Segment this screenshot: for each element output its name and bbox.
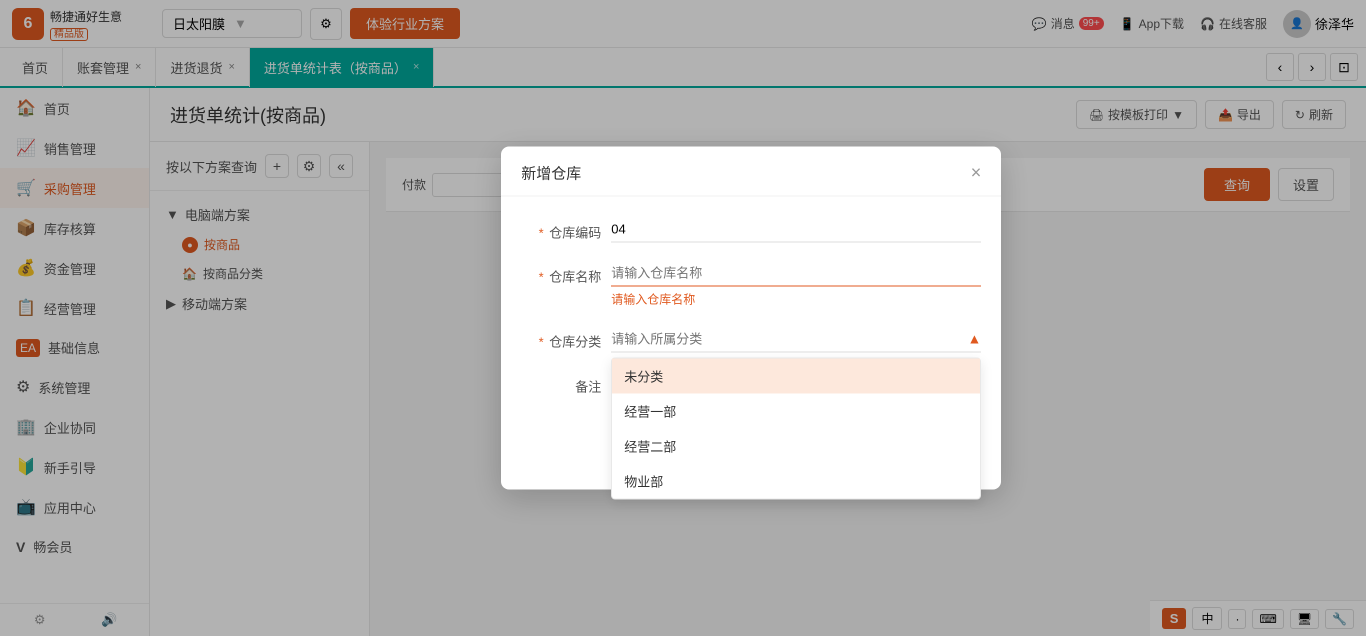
new-warehouse-modal: 新增仓库 × * 仓库编码 * 仓库名称 请输入仓库名称 bbox=[501, 147, 1001, 490]
form-row-category: * 仓库分类 ▲ 未分类 经营一部 经营二部 物业部 bbox=[521, 326, 981, 353]
dropdown-item-dept1[interactable]: 经营一部 bbox=[612, 394, 980, 429]
modal-title: 新增仓库 bbox=[521, 163, 581, 184]
modal-header: 新增仓库 × bbox=[501, 147, 1001, 197]
dropdown-item-dept2[interactable]: 经营二部 bbox=[612, 429, 980, 464]
modal-body: * 仓库编码 * 仓库名称 请输入仓库名称 * 仓库分类 bbox=[501, 197, 1001, 435]
category-dropdown-arrow[interactable]: ▲ bbox=[967, 331, 981, 347]
name-label: * 仓库名称 bbox=[521, 261, 601, 286]
category-dropdown-wrapper: ▲ 未分类 经营一部 经营二部 物业部 bbox=[611, 326, 981, 353]
name-input[interactable] bbox=[611, 261, 981, 287]
name-input-wrapper: 请输入仓库名称 bbox=[611, 261, 981, 308]
dropdown-item-uncategorized[interactable]: 未分类 bbox=[612, 359, 980, 394]
form-row-name: * 仓库名称 请输入仓库名称 bbox=[521, 261, 981, 308]
category-input-row: ▲ bbox=[611, 326, 981, 353]
modal-close-button[interactable]: × bbox=[971, 163, 982, 184]
name-error-text: 请输入仓库名称 bbox=[611, 291, 981, 308]
category-dropdown-list: 未分类 经营一部 经营二部 物业部 bbox=[611, 358, 981, 500]
category-input[interactable] bbox=[611, 331, 967, 346]
code-label: * 仓库编码 bbox=[521, 217, 601, 242]
code-input[interactable] bbox=[611, 217, 981, 243]
dropdown-item-dept3[interactable]: 物业部 bbox=[612, 464, 980, 499]
form-row-code: * 仓库编码 bbox=[521, 217, 981, 243]
note-label: 备注 bbox=[521, 371, 601, 396]
category-label: * 仓库分类 bbox=[521, 326, 601, 351]
code-input-wrapper bbox=[611, 217, 981, 243]
